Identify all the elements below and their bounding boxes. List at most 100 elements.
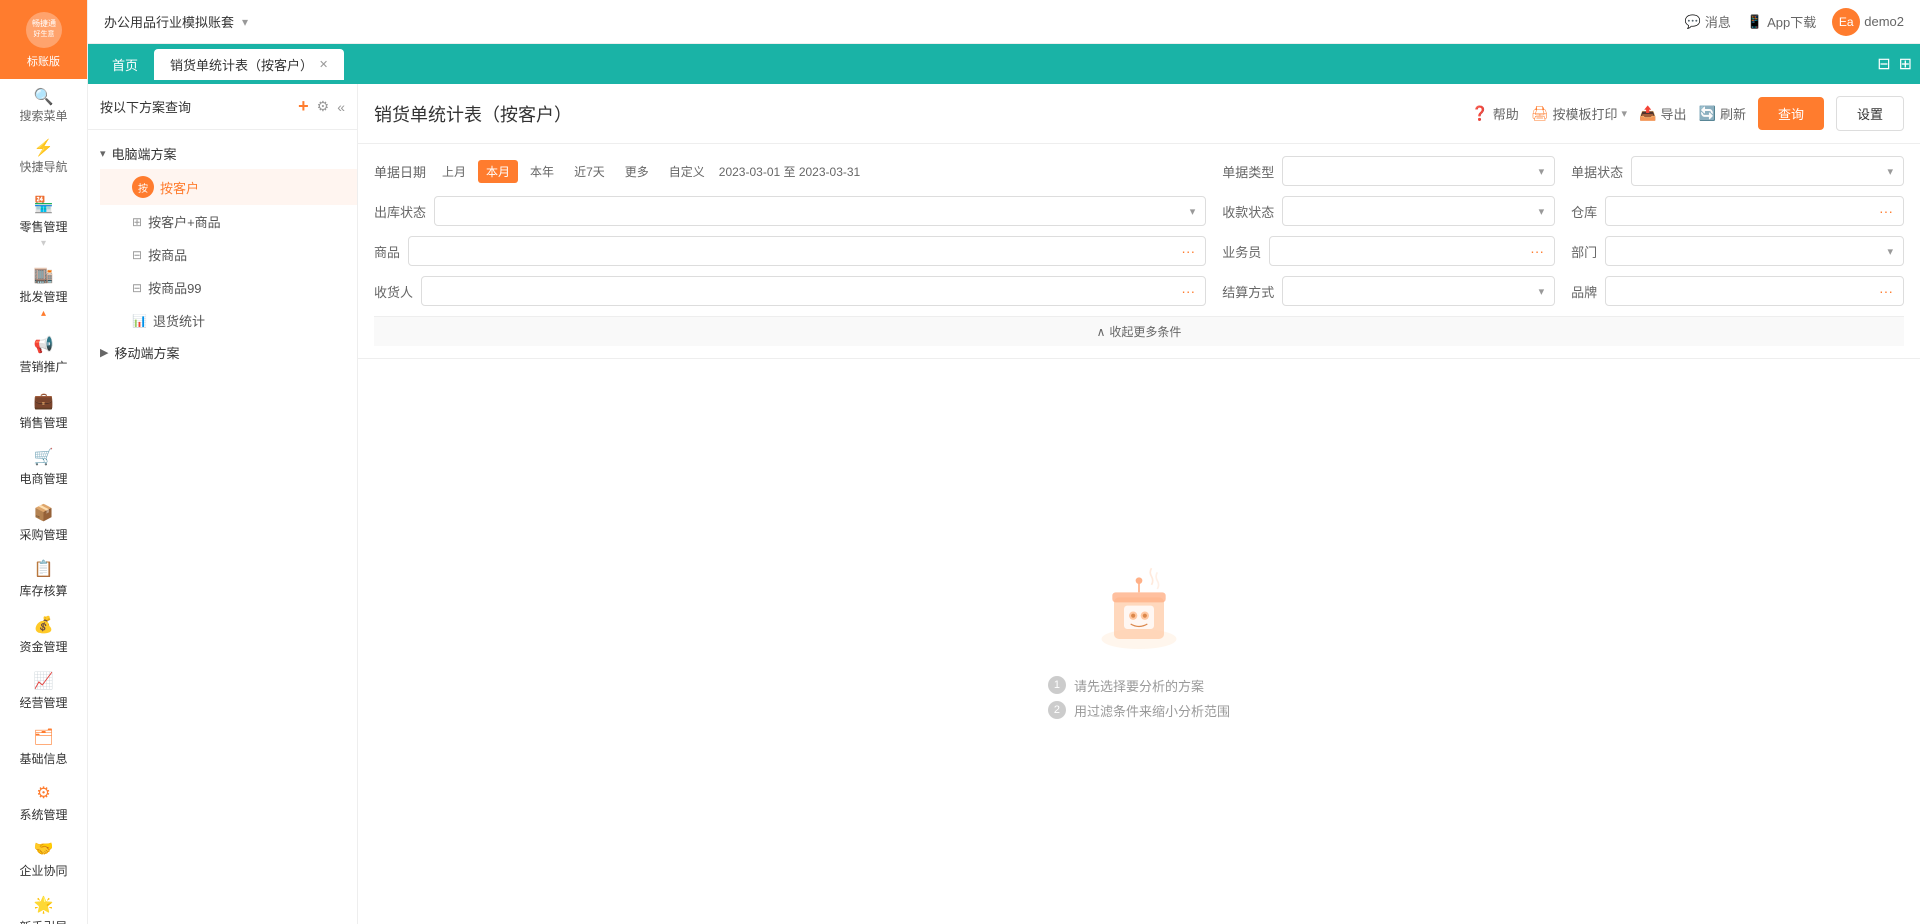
empty-state-icon	[1089, 564, 1189, 664]
filter-collection-status: 收款状态 ▾	[1222, 196, 1555, 226]
settlement-select[interactable]: ▾	[1282, 276, 1555, 306]
collapse-chevron-icon: ∧	[1097, 325, 1106, 339]
sidebar-item-enterprise[interactable]: 🤝 企业协同	[0, 831, 87, 887]
date-tabs: 上月 本月 本年 近7天 更多 自定义	[434, 160, 713, 183]
date-tab-this-year[interactable]: 本年	[522, 160, 562, 183]
empty-tip-2: 2 用过滤条件来缩小分析范围	[1048, 701, 1230, 720]
top-bar-dropdown-icon[interactable]: ▾	[242, 15, 248, 29]
export-icon: 📤	[1639, 105, 1656, 122]
salesperson-label: 业务员	[1222, 242, 1261, 261]
consignee-select[interactable]: ···	[421, 276, 1206, 306]
date-tab-this-month[interactable]: 本月	[478, 160, 518, 183]
sidebar-item-inventory[interactable]: 📋 库存核算	[0, 551, 87, 607]
department-dropdown-icon: ▾	[1887, 245, 1893, 258]
tree-group-desktop: ▾ 电脑端方案 按 按客户 ⊞ 按客户+商品	[88, 138, 357, 337]
tree-item-return-stats[interactable]: 📊 退货统计	[100, 304, 357, 337]
app-download-label: App下载	[1767, 12, 1816, 31]
print-dropdown-icon[interactable]: ▾	[1622, 107, 1628, 120]
tip-text-1: 请先选择要分析的方案	[1074, 676, 1204, 695]
sidebar-item-newbie[interactable]: 🌟 新手引导	[0, 887, 87, 924]
tab-bar-actions: ⊟ ⊞	[1877, 54, 1912, 74]
tip-num-2: 2	[1048, 701, 1066, 719]
sidebar-item-wholesale[interactable]: 🏬 批发管理 ▴	[0, 257, 87, 327]
print-icon: 🖨	[1531, 105, 1549, 122]
brand-dots-icon[interactable]: ···	[1879, 283, 1893, 299]
avatar-text: Ea	[1839, 15, 1854, 29]
tree-section: ▾ 电脑端方案 按 按客户 ⊞ 按客户+商品	[88, 130, 357, 376]
salesperson-select[interactable]: ···	[1269, 236, 1555, 266]
messages-btn[interactable]: 💬 消息	[1685, 12, 1731, 31]
date-tab-custom[interactable]: 自定义	[661, 160, 713, 183]
status-select[interactable]: ▾	[1631, 156, 1904, 186]
tree-item-by-customer-product[interactable]: ⊞ 按客户+商品	[100, 205, 357, 238]
app-download-btn[interactable]: 📱 App下载	[1747, 12, 1816, 31]
tab-home[interactable]: 首页	[96, 49, 154, 80]
tab-sales-stats-label: 销货单统计表（按客户）	[170, 55, 313, 74]
sidebar-item-ecommerce[interactable]: 🛒 电商管理	[0, 439, 87, 495]
sidebar-item-marketing[interactable]: 📢 营销推广	[0, 327, 87, 383]
sidebar-item-finance[interactable]: 💰 资金管理	[0, 607, 87, 663]
settings-scheme-btn[interactable]: ⚙	[317, 98, 330, 115]
tree-item-by-product-99[interactable]: ⊟ 按商品99	[100, 271, 357, 304]
sidebar-item-operations-label: 经营管理	[19, 694, 67, 711]
collapse-panel-btn[interactable]: «	[337, 99, 345, 115]
export-btn[interactable]: 📤 导出	[1639, 104, 1686, 123]
date-tab-last-7[interactable]: 近7天	[566, 160, 613, 183]
download-icon: 📱	[1747, 14, 1763, 30]
filter-row-2: 出库状态 ▾ 收款状态 ▾ 仓库	[374, 196, 1904, 226]
collapse-filters-btn[interactable]: ∧ 收起更多条件	[374, 316, 1904, 346]
department-select[interactable]: ▾	[1605, 236, 1904, 266]
type-select[interactable]: ▾	[1282, 156, 1555, 186]
sidebar-item-retail-label: 零售管理	[19, 218, 67, 235]
warehouse-dots-icon[interactable]: ···	[1879, 203, 1893, 219]
top-bar-left: 办公用品行业模拟账套 ▾	[104, 12, 248, 31]
query-button[interactable]: 查询	[1758, 97, 1824, 130]
brand-select[interactable]: ···	[1605, 276, 1904, 306]
help-btn[interactable]: ❓ 帮助	[1471, 104, 1518, 123]
sidebar-item-purchase[interactable]: 📦 采购管理	[0, 495, 87, 551]
tab-minimize-btn[interactable]: ⊟	[1877, 54, 1890, 74]
marketing-icon: 📢	[34, 335, 54, 355]
tree-group-mobile-header[interactable]: ▶ 移动端方案	[88, 337, 357, 368]
sidebar-item-system[interactable]: ⚙ 系统管理	[0, 775, 87, 831]
sidebar-item-newbie-label: 新手引导	[19, 918, 67, 924]
product-label: 商品	[374, 242, 400, 261]
warehouse-label: 仓库	[1571, 202, 1597, 221]
out-status-select[interactable]: ▾	[434, 196, 1206, 226]
consignee-dots-icon[interactable]: ···	[1181, 283, 1195, 299]
tree-group-desktop-header[interactable]: ▾ 电脑端方案	[88, 138, 357, 169]
tab-sales-stats[interactable]: 销货单统计表（按客户） ✕	[154, 49, 344, 80]
tree-item-by-customer[interactable]: 按 按客户	[100, 169, 357, 205]
tab-maximize-btn[interactable]: ⊞	[1899, 54, 1912, 74]
add-scheme-btn[interactable]: +	[298, 96, 309, 117]
product-dots-icon[interactable]: ···	[1181, 243, 1195, 259]
date-tab-last-month[interactable]: 上月	[434, 160, 474, 183]
warehouse-select[interactable]: ···	[1605, 196, 1904, 226]
sidebar-item-wholesale-label: 批发管理	[19, 288, 67, 305]
collection-status-select[interactable]: ▾	[1282, 196, 1555, 226]
date-tab-more[interactable]: 更多	[617, 160, 657, 183]
sidebar-item-sales[interactable]: 💼 销售管理	[0, 383, 87, 439]
content-area: 按以下方案查询 + ⚙ « ▾ 电脑端方案	[88, 84, 1920, 924]
search-menu-item[interactable]: 🔍 搜索菜单	[0, 79, 87, 132]
refresh-btn[interactable]: 🔄 刷新	[1699, 104, 1746, 123]
sidebar-item-retail[interactable]: 🏪 零售管理 ▾	[0, 187, 87, 257]
system-icon: ⚙	[36, 783, 50, 803]
filter-settlement: 结算方式 ▾	[1222, 276, 1555, 306]
sidebar-item-basic[interactable]: 🗂 基础信息	[0, 719, 87, 775]
empty-state: 1 请先选择要分析的方案 2 用过滤条件来缩小分析范围	[358, 359, 1920, 924]
quick-nav-item[interactable]: ⚡ 快捷导航	[0, 132, 87, 181]
user-menu[interactable]: Ea demo2	[1832, 8, 1904, 36]
sidebar-item-enterprise-label: 企业协同	[19, 862, 67, 879]
tab-close-icon[interactable]: ✕	[319, 58, 328, 71]
tree-item-by-product[interactable]: ⊟ 按商品	[100, 238, 357, 271]
product-select[interactable]: ···	[408, 236, 1206, 266]
sidebar-item-operations[interactable]: 📈 经营管理	[0, 663, 87, 719]
settings-button[interactable]: 设置	[1836, 96, 1904, 131]
filter-consignee: 收货人 ···	[374, 276, 1206, 306]
salesperson-dots-icon[interactable]: ···	[1530, 243, 1544, 259]
date-label: 单据日期	[374, 162, 426, 181]
out-status-label: 出库状态	[374, 202, 426, 221]
empty-tips: 1 请先选择要分析的方案 2 用过滤条件来缩小分析范围	[1048, 676, 1230, 720]
print-btn[interactable]: 🖨 按模板打印 ▾	[1531, 104, 1627, 123]
